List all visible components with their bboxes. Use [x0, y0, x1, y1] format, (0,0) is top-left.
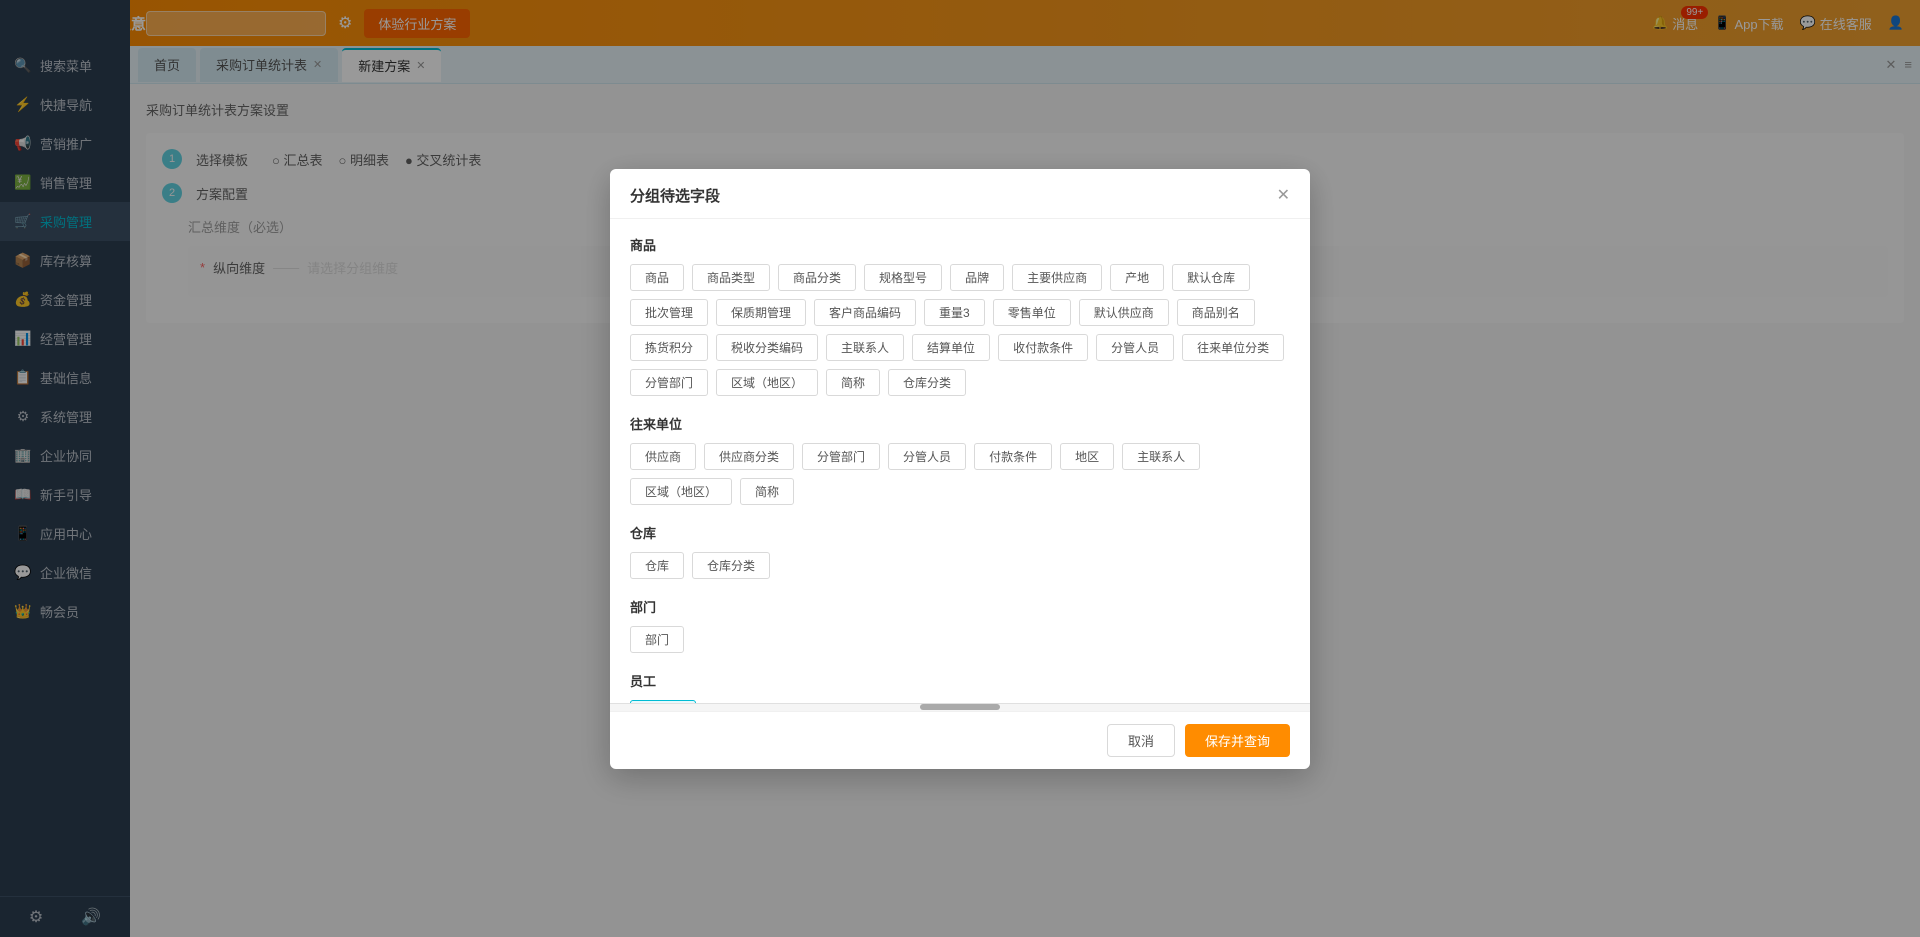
field-chip[interactable]: 仓库分类 [888, 369, 966, 396]
field-chip[interactable]: 品牌 [950, 264, 1004, 291]
field-chip[interactable]: 分管部门 [630, 369, 708, 396]
section-warehouse-title: 仓库 [630, 523, 1290, 542]
dialog-header: 分组待选字段 ✕ [610, 169, 1310, 219]
field-chip[interactable]: 产地 [1110, 264, 1164, 291]
field-chip[interactable]: 保质期管理 [716, 299, 806, 326]
section-counterpart: 往来单位 供应商 供应商分类 分管部门 分管人员 付款条件 地区 主联系人 区域… [630, 414, 1290, 505]
field-chip[interactable]: 商品类型 [692, 264, 770, 291]
field-chip[interactable]: 区域（地区） [716, 369, 818, 396]
section-staff-title: 员工 [630, 671, 1290, 690]
field-chip[interactable]: 简称 [740, 478, 794, 505]
section-department-title: 部门 [630, 597, 1290, 616]
field-chip[interactable]: 收付款条件 [998, 334, 1088, 361]
field-chip[interactable]: 默认仓库 [1172, 264, 1250, 291]
dialog-footer: 取消 保存并查询 [610, 711, 1310, 769]
field-chip[interactable]: 商品别名 [1177, 299, 1255, 326]
field-chip[interactable]: 主联系人 [1122, 443, 1200, 470]
dialog-body[interactable]: 商品 商品 商品类型 商品分类 规格型号 品牌 主要供应商 产地 默认仓库 批次… [610, 219, 1310, 703]
field-chip[interactable]: 仓库 [630, 552, 684, 579]
field-chip[interactable]: 简称 [826, 369, 880, 396]
field-chip[interactable]: 主联系人 [826, 334, 904, 361]
field-chip[interactable]: 重量3 [924, 299, 985, 326]
field-chip[interactable]: 拣货积分 [630, 334, 708, 361]
field-chip[interactable]: 供应商 [630, 443, 696, 470]
section-product-title: 商品 [630, 235, 1290, 254]
field-chip[interactable]: 结算单位 [912, 334, 990, 361]
field-chip[interactable]: 分管部门 [802, 443, 880, 470]
field-chip[interactable]: 部门 [630, 626, 684, 653]
field-chip[interactable]: 仓库分类 [692, 552, 770, 579]
section-product-fields: 商品 商品类型 商品分类 规格型号 品牌 主要供应商 产地 默认仓库 批次管理 … [630, 264, 1290, 396]
field-chip[interactable]: 商品分类 [778, 264, 856, 291]
horizontal-scrollbar[interactable] [610, 703, 1310, 711]
section-department-fields: 部门 [630, 626, 1290, 653]
section-staff: 员工 业务员 [630, 671, 1290, 703]
section-product: 商品 商品 商品类型 商品分类 规格型号 品牌 主要供应商 产地 默认仓库 批次… [630, 235, 1290, 396]
field-chip[interactable]: 分管人员 [1096, 334, 1174, 361]
field-chip[interactable]: 付款条件 [974, 443, 1052, 470]
field-chip[interactable]: 往来单位分类 [1182, 334, 1284, 361]
section-counterpart-title: 往来单位 [630, 414, 1290, 433]
section-warehouse-fields: 仓库 仓库分类 [630, 552, 1290, 579]
field-chip[interactable]: 供应商分类 [704, 443, 794, 470]
field-chip[interactable]: 税收分类编码 [716, 334, 818, 361]
section-warehouse: 仓库 仓库 仓库分类 [630, 523, 1290, 579]
field-chip[interactable]: 区域（地区） [630, 478, 732, 505]
confirm-button[interactable]: 保存并查询 [1185, 724, 1290, 757]
field-chip[interactable]: 地区 [1060, 443, 1114, 470]
field-chip[interactable]: 分管人员 [888, 443, 966, 470]
dialog-title: 分组待选字段 [630, 185, 720, 206]
field-chip[interactable]: 零售单位 [993, 299, 1071, 326]
field-chip[interactable]: 商品 [630, 264, 684, 291]
field-chip[interactable]: 默认供应商 [1079, 299, 1169, 326]
field-chip[interactable]: 主要供应商 [1012, 264, 1102, 291]
field-select-dialog: 分组待选字段 ✕ 商品 商品 商品类型 商品分类 规格型号 品牌 主要供应商 产… [610, 169, 1310, 769]
field-chip[interactable]: 客户商品编码 [814, 299, 916, 326]
section-counterpart-fields: 供应商 供应商分类 分管部门 分管人员 付款条件 地区 主联系人 区域（地区） … [630, 443, 1290, 505]
section-department: 部门 部门 [630, 597, 1290, 653]
field-chip[interactable]: 规格型号 [864, 264, 942, 291]
field-chip[interactable]: 批次管理 [630, 299, 708, 326]
modal-overlay: 分组待选字段 ✕ 商品 商品 商品类型 商品分类 规格型号 品牌 主要供应商 产… [0, 0, 1920, 937]
cancel-button[interactable]: 取消 [1107, 724, 1175, 757]
dialog-close-button[interactable]: ✕ [1277, 185, 1290, 205]
